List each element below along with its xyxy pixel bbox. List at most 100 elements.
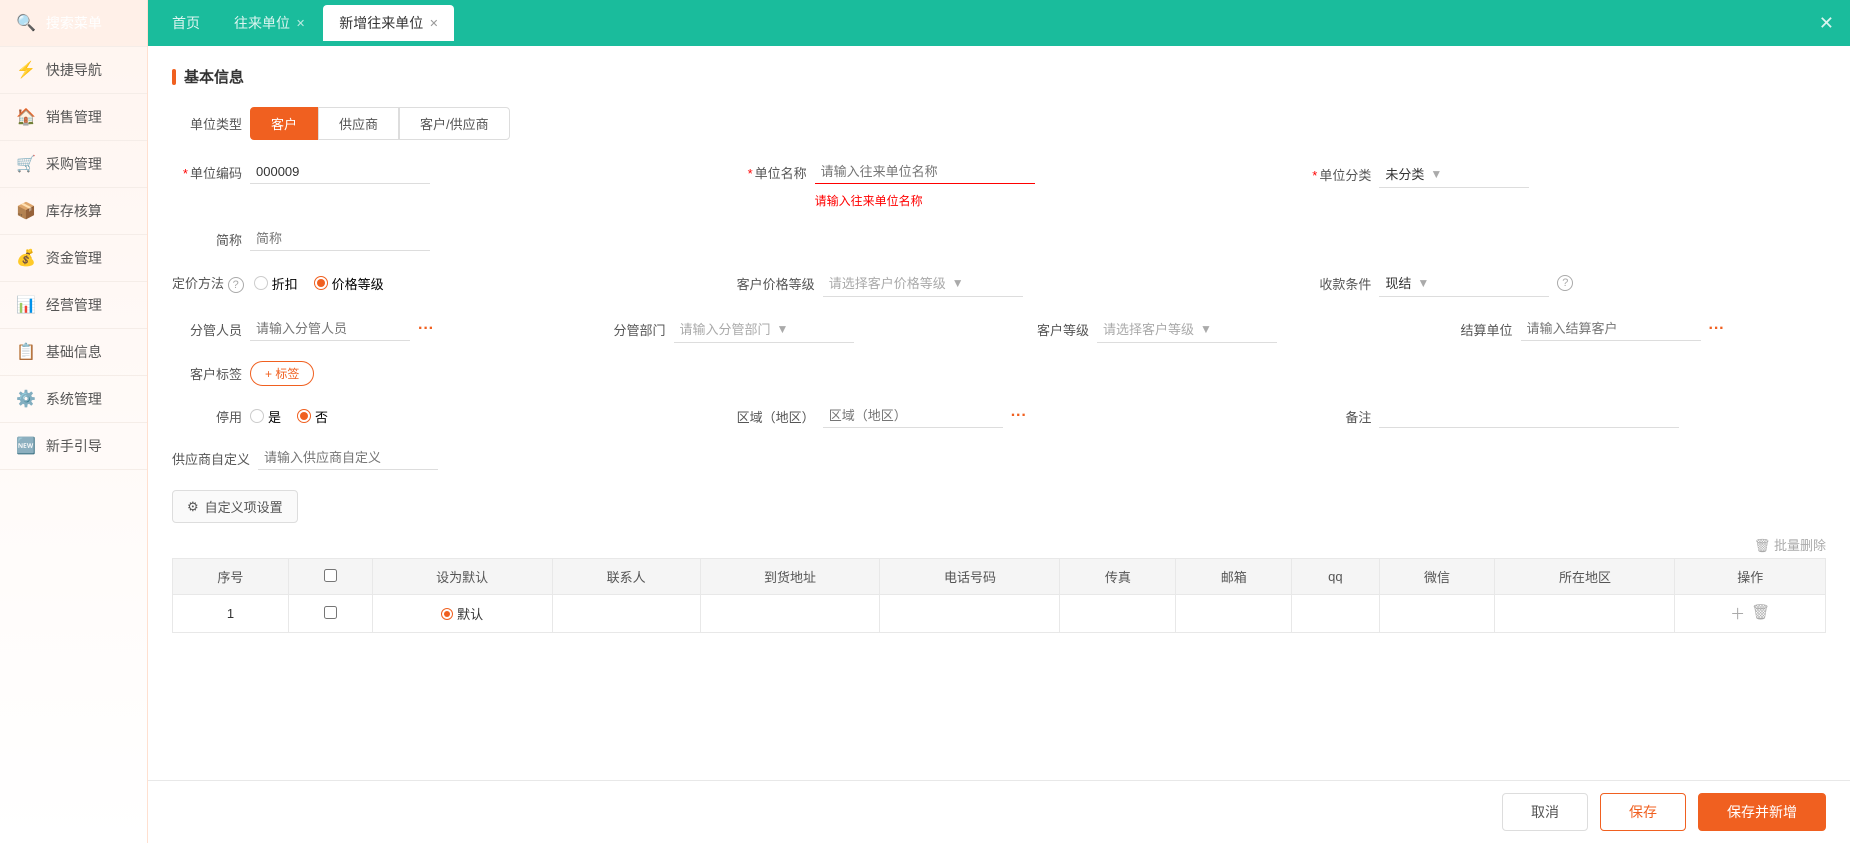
pricing-radio-discount[interactable]: 折扣 xyxy=(254,274,298,293)
customer-price-level-select[interactable]: 请选择客户价格等级 ▼ xyxy=(823,269,1023,297)
add-tag-btn[interactable]: + 标签 xyxy=(250,361,314,386)
pricing-radio-level[interactable]: 价格等级 xyxy=(314,274,384,293)
customer-price-level-placeholder: 请选择客户价格等级 xyxy=(829,273,946,292)
section-title-text: 基本信息 xyxy=(184,66,244,87)
settlement-unit-group: 结算单位 ··· xyxy=(1443,317,1827,341)
radio-dot-no xyxy=(300,412,308,420)
table-row: 1 默认 xyxy=(173,595,1826,633)
region-group: 区域（地区） ··· xyxy=(737,404,1262,428)
disabled-radios: 是 否 xyxy=(250,407,328,426)
add-row-btn[interactable]: ＋ xyxy=(1730,603,1745,624)
payment-help-icon[interactable]: ? xyxy=(1557,275,1573,291)
unit-name-error: 请输入往来单位名称 xyxy=(815,194,923,208)
sidebar-item-purchase[interactable]: 🛒 采购管理 xyxy=(0,141,147,188)
custom-settings-label: 自定义项设置 xyxy=(205,497,283,516)
tab-new-partner-label: 新增往来单位 xyxy=(339,13,423,33)
unit-name-label: *单位名称 xyxy=(737,163,807,182)
disabled-radio-yes[interactable]: 是 xyxy=(250,407,281,426)
row-checkbox xyxy=(288,595,372,633)
chevron-down-icon-2: ▼ xyxy=(952,276,964,290)
sidebar-item-system[interactable]: ⚙️ 系统管理 xyxy=(0,376,147,423)
row-phone xyxy=(880,595,1060,633)
sidebar-item-basic-info[interactable]: 📋 基础信息 xyxy=(0,329,147,376)
sidebar-item-operations[interactable]: 📊 经营管理 xyxy=(0,282,147,329)
sidebar-item-fund[interactable]: 💰 资金管理 xyxy=(0,235,147,282)
remark-group: 备注 xyxy=(1301,404,1826,428)
customer-tag-label: 客户标签 xyxy=(172,364,242,383)
tab-bar-close[interactable]: ✕ xyxy=(1811,9,1842,38)
col-seq: 序号 xyxy=(173,559,289,595)
save-button[interactable]: 保存 xyxy=(1600,793,1686,831)
cancel-button[interactable]: 取消 xyxy=(1502,793,1588,831)
customer-price-level-group: 客户价格等级 请选择客户价格等级 ▼ xyxy=(737,269,1262,297)
unit-name-input[interactable] xyxy=(815,160,1035,184)
sidebar-item-label: 采购管理 xyxy=(46,154,102,174)
disabled-no-label: 否 xyxy=(315,407,328,426)
row-actions: ＋ 🗑 xyxy=(1675,595,1826,633)
batch-delete-icon: 🗑 xyxy=(1754,538,1771,553)
customer-price-level-label: 客户价格等级 xyxy=(737,274,815,293)
manager-more-btn[interactable]: ··· xyxy=(418,320,434,338)
radio-dot-level xyxy=(317,279,325,287)
type-btn-customer[interactable]: 客户 xyxy=(250,107,318,140)
row-select-checkbox[interactable] xyxy=(324,606,337,619)
unit-code-input[interactable] xyxy=(250,160,430,184)
tab-partner-list-label: 往来单位 xyxy=(234,13,290,33)
customer-level-group: 客户等级 请选择客户等级 ▼ xyxy=(1019,315,1403,343)
settlement-unit-input[interactable] xyxy=(1521,317,1701,341)
chevron-down-icon-4: ▼ xyxy=(777,322,789,336)
pricing-help-icon[interactable]: ? xyxy=(228,277,244,293)
type-btn-both[interactable]: 客户/供应商 xyxy=(399,107,510,140)
save-add-button[interactable]: 保存并新增 xyxy=(1698,793,1826,831)
batch-delete-btn[interactable]: 🗑 批量删除 xyxy=(1754,535,1826,554)
pricing-method-radios: 折扣 价格等级 xyxy=(254,274,384,293)
radio-circle-yes xyxy=(250,409,264,423)
custom-settings-btn[interactable]: ⚙ 自定义项设置 xyxy=(172,490,298,523)
tab-home[interactable]: 首页 xyxy=(156,5,216,41)
tab-new-partner[interactable]: 新增往来单位 ✕ xyxy=(323,5,454,41)
supplier-custom-input[interactable] xyxy=(258,446,438,470)
unit-category-group: *单位分类 未分类 ▼ xyxy=(1301,160,1826,188)
remark-input[interactable] xyxy=(1379,404,1679,428)
short-name-input[interactable] xyxy=(250,227,430,251)
tab-new-partner-close[interactable]: ✕ xyxy=(429,17,438,30)
sidebar-item-inventory[interactable]: 📦 库存核算 xyxy=(0,188,147,235)
settlement-more-btn[interactable]: ··· xyxy=(1709,320,1725,338)
new-icon: 🆕 xyxy=(16,436,36,456)
customer-tag-group: 客户标签 + 标签 xyxy=(172,361,1826,386)
customer-level-select[interactable]: 请选择客户等级 ▼ xyxy=(1097,315,1277,343)
settlement-unit-label: 结算单位 xyxy=(1443,320,1513,339)
unit-category-select[interactable]: 未分类 ▼ xyxy=(1379,160,1529,188)
department-select[interactable]: 请输入分管部门 ▼ xyxy=(674,315,854,343)
delete-row-btn[interactable]: 🗑 xyxy=(1751,603,1770,624)
tab-partner-list[interactable]: 往来单位 ✕ xyxy=(218,5,321,41)
tab-partner-list-close[interactable]: ✕ xyxy=(296,17,305,30)
table-header-row: 序号 设为默认 联系人 到货地址 电话号码 传真 邮箱 qq 微信 所在地区 操… xyxy=(173,559,1826,595)
region-input[interactable] xyxy=(823,404,1003,428)
unit-code-label: *单位编码 xyxy=(172,163,242,182)
search-icon: 🔍 xyxy=(16,13,36,33)
col-checkbox xyxy=(288,559,372,595)
chevron-down-icon: ▼ xyxy=(1430,167,1442,181)
region-label: 区域（地区） xyxy=(737,407,815,426)
disabled-radio-no[interactable]: 否 xyxy=(297,407,328,426)
sidebar-item-sales[interactable]: 🏠 销售管理 xyxy=(0,94,147,141)
remark-label: 备注 xyxy=(1301,407,1371,426)
sidebar-item-quick-nav[interactable]: ⚡ 快捷导航 xyxy=(0,47,147,94)
payment-terms-select[interactable]: 现结 ▼ xyxy=(1379,269,1549,297)
department-label: 分管部门 xyxy=(596,320,666,339)
sidebar-item-new-guide[interactable]: 🆕 新手引导 xyxy=(0,423,147,470)
default-radio[interactable] xyxy=(441,608,453,620)
sidebar-item-label: 新手引导 xyxy=(46,436,102,456)
manager-input[interactable] xyxy=(250,317,410,341)
col-actions: 操作 xyxy=(1675,559,1826,595)
cart-icon: 🛒 xyxy=(16,154,36,174)
row-action-btns: ＋ 🗑 xyxy=(1685,603,1815,624)
supplier-custom-group: 供应商自定义 xyxy=(172,446,1826,470)
select-all-checkbox[interactable] xyxy=(324,569,337,582)
type-btn-supplier[interactable]: 供应商 xyxy=(318,107,399,140)
supplier-custom-label: 供应商自定义 xyxy=(172,449,250,468)
unit-type-label: 单位类型 xyxy=(172,114,242,133)
sidebar-item-search[interactable]: 🔍 搜索菜单 xyxy=(0,0,147,47)
region-more-btn[interactable]: ··· xyxy=(1011,407,1027,425)
